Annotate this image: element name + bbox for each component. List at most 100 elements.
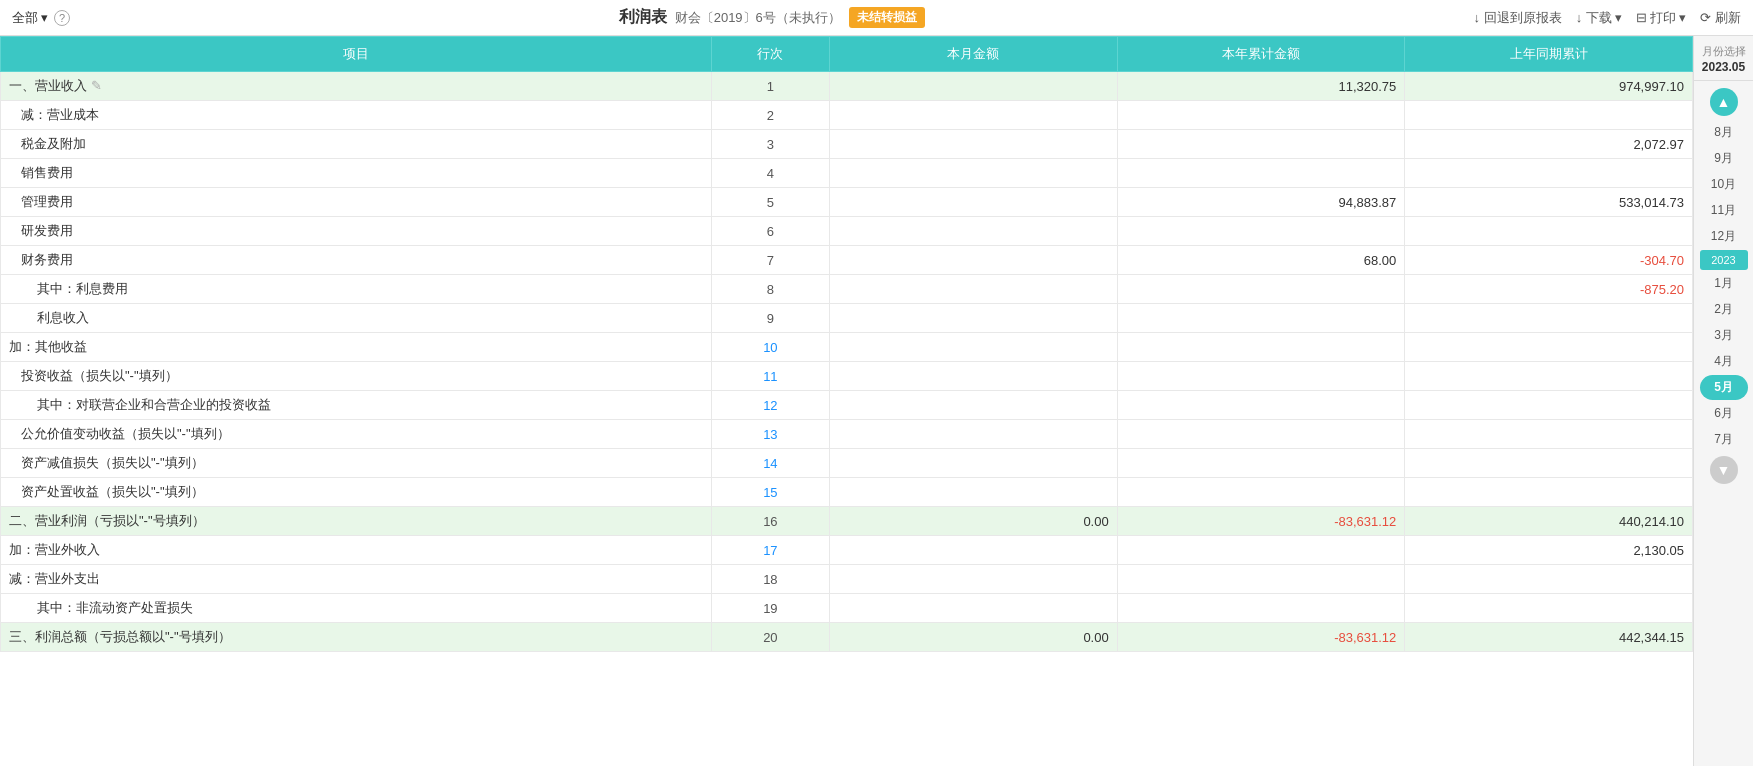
cell-ytd-amount: -83,631.12 <box>1117 623 1405 652</box>
table-header-row: 项目 行次 本月金额 本年累计金额 上年同期累计 <box>1 37 1693 72</box>
print-arrow-icon: ▾ <box>1679 10 1686 25</box>
table-row: 税金及附加32,072.97 <box>1 130 1693 159</box>
cell-month-amount <box>830 478 1118 507</box>
cell-ytd-amount <box>1117 536 1405 565</box>
cell-name: 其中：利息费用 <box>1 275 712 304</box>
report-subtitle: 财会〔2019〕6号（未执行） <box>675 9 841 27</box>
month-item[interactable]: 11月 <box>1700 198 1748 223</box>
table-row: 利息收入9 <box>1 304 1693 333</box>
cell-ytd-amount <box>1117 478 1405 507</box>
cell-month-amount: 0.00 <box>830 507 1118 536</box>
col-header-name: 项目 <box>1 37 712 72</box>
cell-prev-amount: 533,014.73 <box>1405 188 1693 217</box>
cell-row-num: 18 <box>711 565 829 594</box>
cell-ytd-amount: 94,883.87 <box>1117 188 1405 217</box>
top-bar-left: 全部 ▾ ? <box>12 9 70 27</box>
month-collapse-btn[interactable]: ▼ <box>1710 456 1738 484</box>
month-nav-up[interactable]: ▲ <box>1710 88 1738 116</box>
cell-name: 管理费用 <box>1 188 712 217</box>
cell-name: 二、营业利润（亏损以"-"号填列） <box>1 507 712 536</box>
cell-row-num: 9 <box>711 304 829 333</box>
table-row: 研发费用6 <box>1 217 1693 246</box>
cell-prev-amount <box>1405 101 1693 130</box>
month-item[interactable]: 6月 <box>1700 401 1748 426</box>
cell-row-num: 13 <box>711 420 829 449</box>
table-row: 管理费用5 94,883.87533,014.73 <box>1 188 1693 217</box>
finance-table: 项目 行次 本月金额 本年累计金额 上年同期累计 一、营业收入✎111,320.… <box>0 36 1693 652</box>
cell-name: 研发费用 <box>1 217 712 246</box>
cell-prev-amount: 2,130.05 <box>1405 536 1693 565</box>
cell-ytd-amount: 11,320.75 <box>1117 72 1405 101</box>
report-title: 利润表 <box>619 7 667 28</box>
cell-month-amount <box>830 333 1118 362</box>
cell-month-amount <box>830 217 1118 246</box>
cell-prev-amount: 442,344.15 <box>1405 623 1693 652</box>
cell-ytd-amount <box>1117 130 1405 159</box>
cell-month-amount <box>830 130 1118 159</box>
month-item[interactable]: 4月 <box>1700 349 1748 374</box>
edit-icon[interactable]: ✎ <box>91 78 105 92</box>
cell-ytd-amount: 68.00 <box>1117 246 1405 275</box>
cell-name: 减：营业成本 <box>1 101 712 130</box>
cell-ytd-amount <box>1117 101 1405 130</box>
month-sidebar-year: 2023.05 <box>1696 59 1751 76</box>
month-item[interactable]: 10月 <box>1700 172 1748 197</box>
cell-row-num: 4 <box>711 159 829 188</box>
cell-name: 其中：非流动资产处置损失 <box>1 594 712 623</box>
month-item[interactable]: 2023 <box>1700 250 1748 270</box>
cell-name: 一、营业收入✎ <box>1 72 712 101</box>
cell-ytd-amount <box>1117 275 1405 304</box>
cell-month-amount <box>830 565 1118 594</box>
cell-row-num: 16 <box>711 507 829 536</box>
scope-dropdown[interactable]: 全部 ▾ <box>12 9 48 27</box>
cell-prev-amount <box>1405 333 1693 362</box>
col-header-month: 本月金额 <box>830 37 1118 72</box>
cell-month-amount <box>830 72 1118 101</box>
cell-month-amount <box>830 391 1118 420</box>
cell-month-amount <box>830 536 1118 565</box>
cell-row-num: 10 <box>711 333 829 362</box>
cell-row-num: 2 <box>711 101 829 130</box>
cell-ytd-amount: -83,631.12 <box>1117 507 1405 536</box>
cell-name: 加：其他收益 <box>1 333 712 362</box>
cell-month-amount <box>830 449 1118 478</box>
refresh-btn[interactable]: ⟳ 刷新 <box>1700 9 1741 27</box>
cell-month-amount <box>830 188 1118 217</box>
table-area: 项目 行次 本月金额 本年累计金额 上年同期累计 一、营业收入✎111,320.… <box>0 36 1693 766</box>
month-sidebar-title: 月份选择 2023.05 <box>1694 40 1753 81</box>
cell-name: 资产处置收益（损失以"-"填列） <box>1 478 712 507</box>
cell-prev-amount <box>1405 449 1693 478</box>
cell-prev-amount: -304.70 <box>1405 246 1693 275</box>
month-item[interactable]: 3月 <box>1700 323 1748 348</box>
month-item[interactable]: 9月 <box>1700 146 1748 171</box>
cell-row-num: 14 <box>711 449 829 478</box>
back-btn[interactable]: ↓ 回退到原报表 <box>1474 9 1562 27</box>
table-row: 公允价值变动收益（损失以"-"填列）13 <box>1 420 1693 449</box>
month-item[interactable]: 1月 <box>1700 271 1748 296</box>
table-row: 加：其他收益10 <box>1 333 1693 362</box>
month-item[interactable]: 8月 <box>1700 120 1748 145</box>
cell-prev-amount <box>1405 362 1693 391</box>
month-item[interactable]: 2月 <box>1700 297 1748 322</box>
month-item[interactable]: 7月 <box>1700 427 1748 452</box>
cell-prev-amount <box>1405 159 1693 188</box>
cell-month-amount <box>830 275 1118 304</box>
top-bar-right: ↓ 回退到原报表 ↓ 下载 ▾ ⊟ 打印 ▾ ⟳ 刷新 <box>1474 9 1742 27</box>
month-sidebar: 月份选择 2023.05 ▲ 8月9月10月11月12月20231月2月3月4月… <box>1693 36 1753 766</box>
cell-name: 加：营业外收入 <box>1 536 712 565</box>
download-btn[interactable]: ↓ 下载 ▾ <box>1576 9 1622 27</box>
table-row: 加：营业外收入172,130.05 <box>1 536 1693 565</box>
cell-month-amount <box>830 304 1118 333</box>
month-item[interactable]: 5月 <box>1700 375 1748 400</box>
month-item[interactable]: 12月 <box>1700 224 1748 249</box>
print-btn[interactable]: ⊟ 打印 ▾ <box>1636 9 1687 27</box>
cell-row-num: 5 <box>711 188 829 217</box>
cell-prev-amount <box>1405 478 1693 507</box>
month-sidebar-label: 月份选择 <box>1696 44 1751 59</box>
cell-prev-amount <box>1405 420 1693 449</box>
cell-name: 税金及附加 <box>1 130 712 159</box>
help-icon[interactable]: ? <box>54 10 70 26</box>
cell-ytd-amount <box>1117 217 1405 246</box>
cell-name: 财务费用 <box>1 246 712 275</box>
cell-month-amount: 0.00 <box>830 623 1118 652</box>
